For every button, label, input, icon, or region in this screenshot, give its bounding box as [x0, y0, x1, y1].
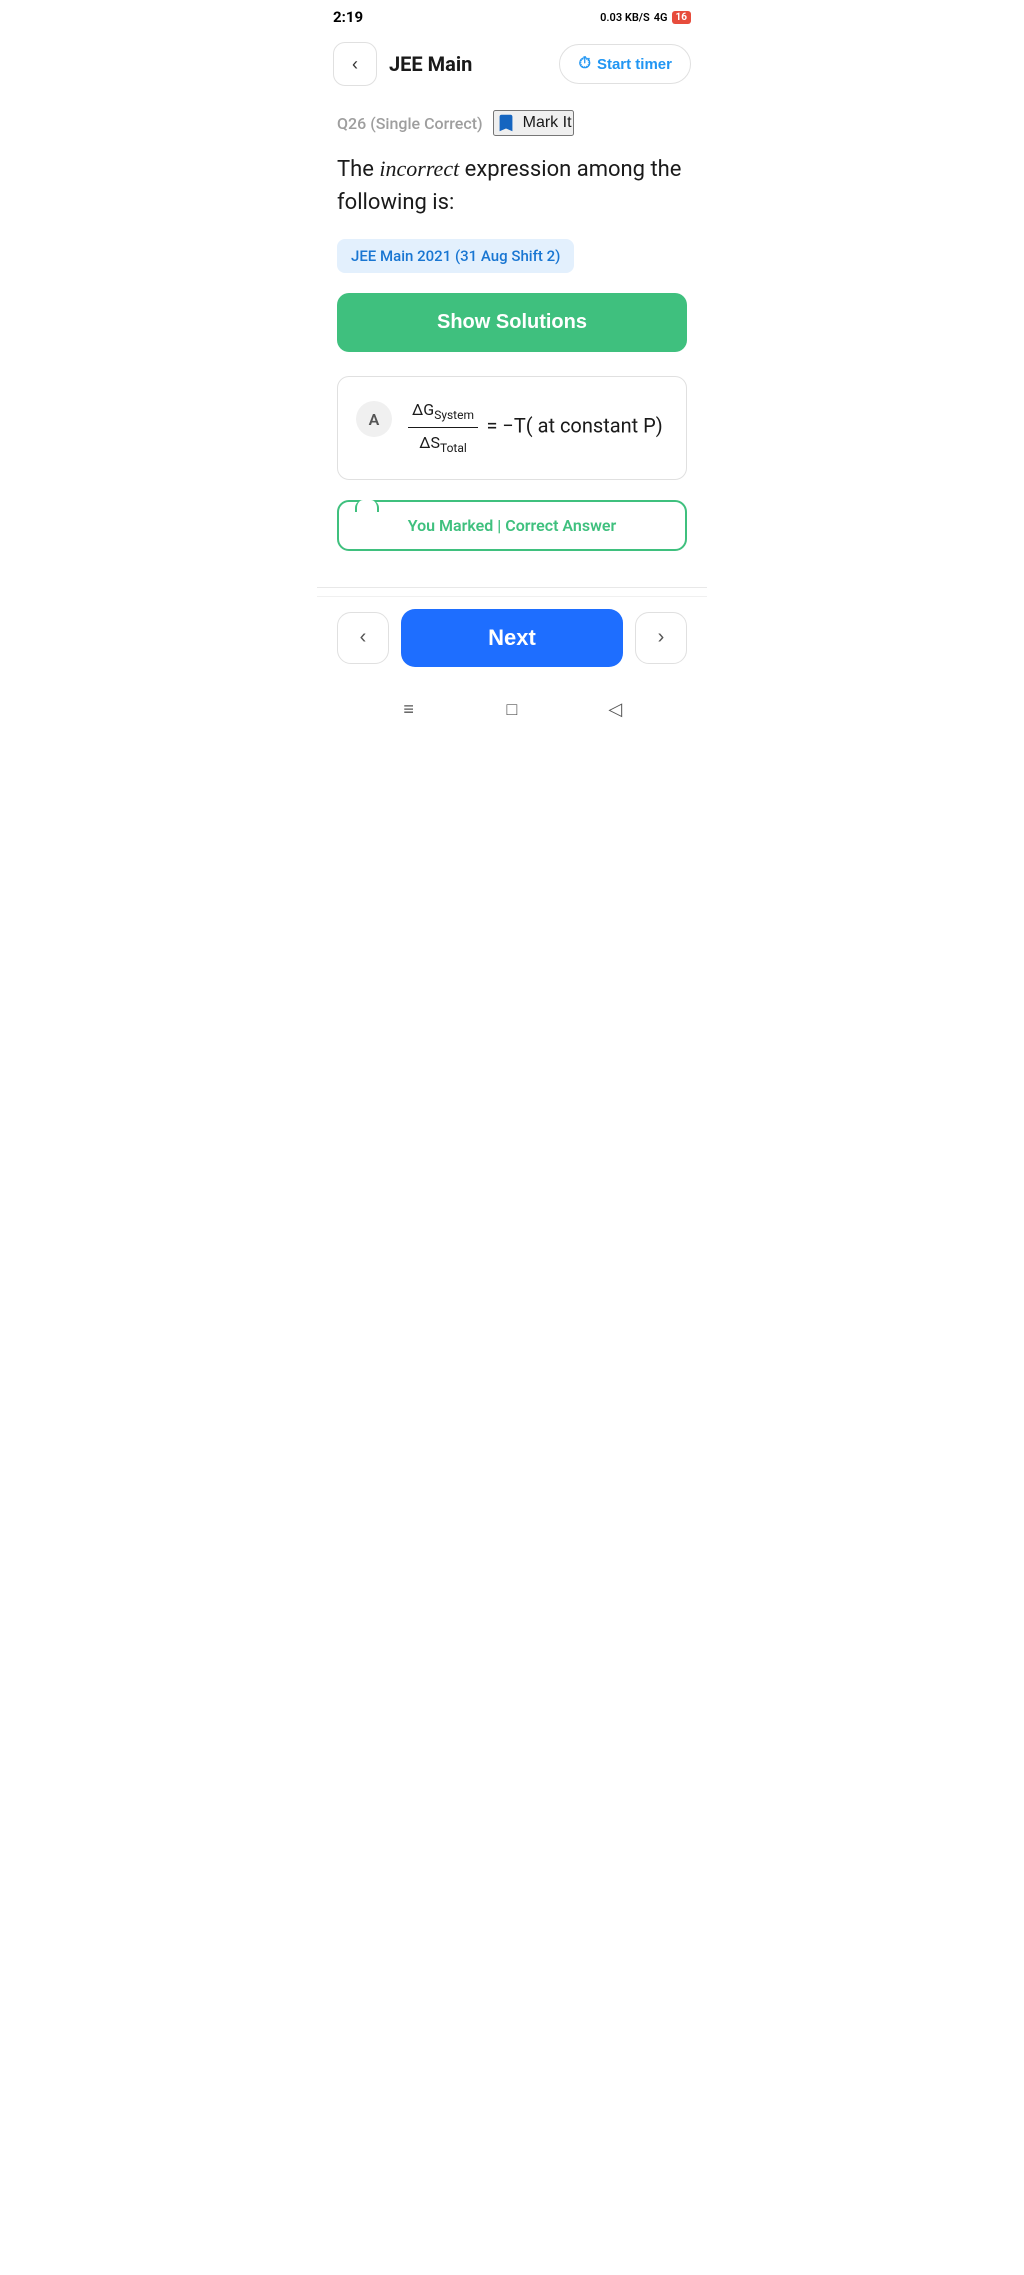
menu-button[interactable]: ≡ — [394, 695, 424, 725]
question-prefix: The — [337, 157, 379, 182]
option-a-label: A — [356, 401, 392, 437]
back-button[interactable]: ‹ — [333, 42, 377, 86]
question-highlight: incorrect — [379, 156, 459, 181]
back-system-button[interactable]: ◁ — [600, 695, 630, 725]
status-icons: 0.03 KB/S 4G 16 — [600, 11, 691, 24]
mark-it-label: Mark It — [523, 114, 572, 132]
question-meta: Q26 (Single Correct) Mark It — [337, 110, 687, 136]
question-label: Q26 (Single Correct) — [337, 114, 483, 133]
question-text: The incorrect expression among the follo… — [337, 152, 687, 219]
option-a-content: ΔGSystem ΔSTotal = −T( at constant P) — [408, 397, 668, 459]
header: ‹ JEE Main ⏱ Start timer — [317, 30, 707, 98]
next-button[interactable]: Next — [401, 609, 623, 667]
option-a-text: = −T( at constant P) — [486, 414, 662, 438]
fraction-denominator: ΔSTotal — [415, 428, 471, 458]
bookmark-icon — [495, 112, 517, 134]
numerator-subscript: System — [434, 408, 474, 422]
battery-level: 16 — [672, 11, 691, 24]
status-bar: 2:19 0.03 KB/S 4G 16 — [317, 0, 707, 30]
fraction-numerator: ΔGSystem — [408, 397, 478, 428]
prev-button[interactable]: ‹ — [337, 612, 389, 664]
bottom-nav: ‹ Next › — [317, 596, 707, 683]
option-a-expression: ΔGSystem ΔSTotal = −T( at constant P) — [408, 397, 668, 459]
forward-button[interactable]: › — [635, 612, 687, 664]
data-speed: 0.03 KB/S — [600, 11, 650, 24]
start-timer-button[interactable]: ⏱ Start timer — [559, 44, 691, 84]
back-icon: ‹ — [352, 54, 358, 75]
forward-icon: › — [658, 626, 665, 649]
marked-correct-bar: You Marked | Correct Answer — [337, 500, 687, 551]
system-nav: ≡ □ ◁ — [317, 683, 707, 745]
source-tag: JEE Main 2021 (31 Aug Shift 2) — [337, 239, 574, 273]
divider — [317, 587, 707, 588]
denominator-subscript: Total — [440, 442, 467, 456]
main-content: Q26 (Single Correct) Mark It The incorre… — [317, 98, 707, 579]
timer-label: Start timer — [597, 56, 672, 73]
show-solutions-button[interactable]: Show Solutions — [337, 293, 687, 352]
status-time: 2:19 — [333, 8, 363, 26]
option-a-card[interactable]: A ΔGSystem ΔSTotal = −T( at constant P) — [337, 376, 687, 480]
prev-icon: ‹ — [360, 626, 367, 649]
home-button[interactable]: □ — [497, 695, 527, 725]
fraction-display: ΔGSystem ΔSTotal — [408, 397, 478, 459]
mark-it-button[interactable]: Mark It — [493, 110, 574, 136]
signal-strength: 4G — [654, 11, 668, 24]
timer-icon: ⏱ — [578, 55, 590, 73]
page-title: JEE Main — [389, 52, 472, 76]
